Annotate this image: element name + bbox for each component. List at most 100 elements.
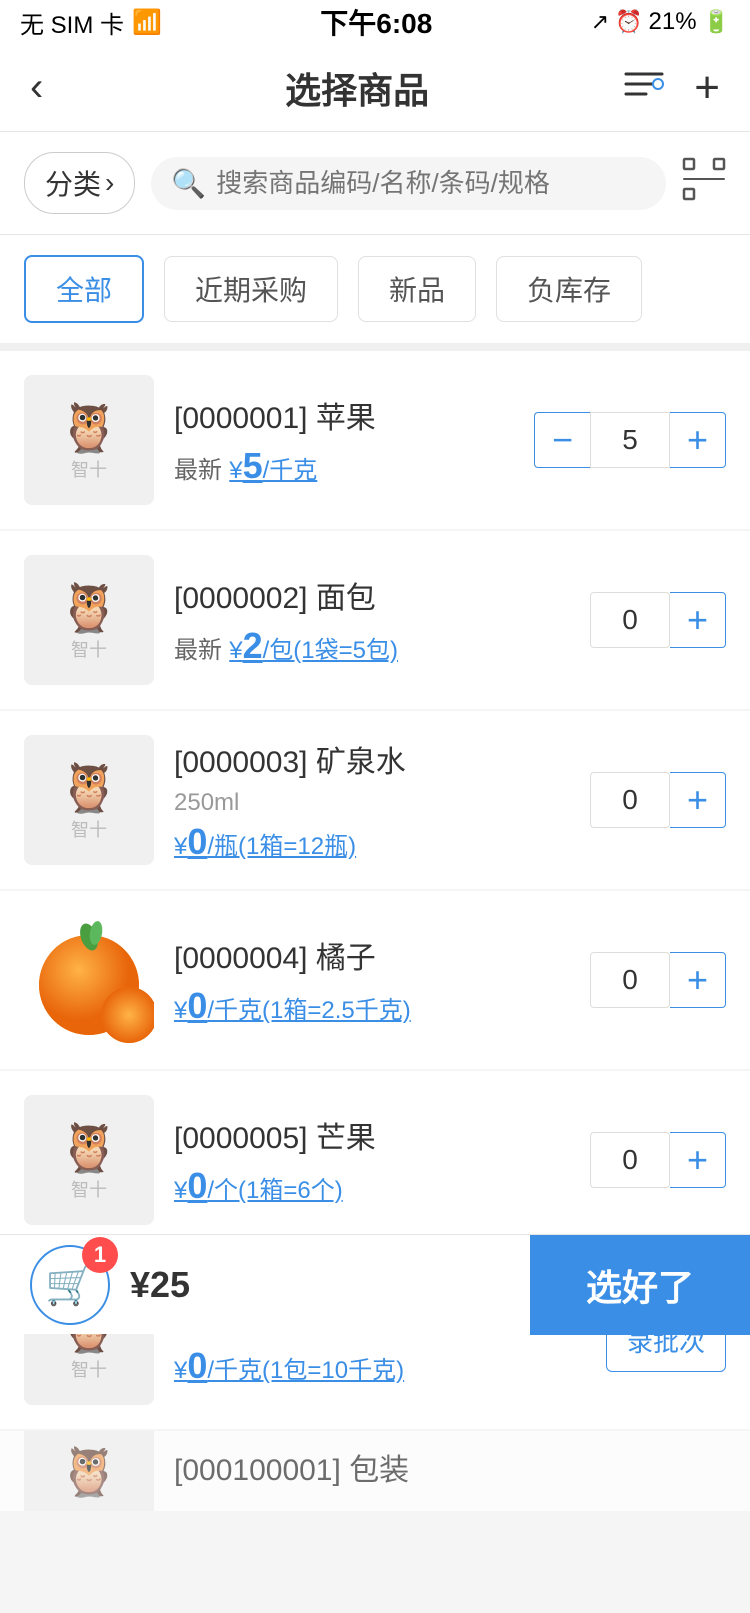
- search-icon: 🔍: [171, 167, 206, 200]
- product-info: [000100001] 包装: [174, 1445, 726, 1497]
- category-chevron: ›: [105, 167, 114, 199]
- product-thumbnail: 🦉 智十: [24, 735, 154, 865]
- tab-row: 全部 近期采购 新品 负库存: [0, 235, 750, 351]
- product-name: [0000003] 矿泉水: [174, 737, 570, 781]
- confirm-selection-button[interactable]: 选好了: [530, 1235, 750, 1335]
- price-label: 最新: [174, 457, 222, 484]
- owl-icon: 🦉: [59, 759, 119, 816]
- product-name: [000100001] 包装: [174, 1445, 726, 1489]
- search-box: 🔍: [151, 157, 666, 210]
- price-unit: /千克(1包=10千克): [207, 1357, 404, 1384]
- search-row: 分类 › 🔍: [0, 132, 750, 235]
- filter-icon[interactable]: [624, 65, 664, 110]
- table-row: 🦉 智十 [0000002] 面包 最新 ¥2/包(1袋=5包) +: [0, 531, 750, 709]
- tab-recent[interactable]: 近期采购: [164, 256, 338, 322]
- price-value: 5: [243, 445, 263, 486]
- product-name: [0000002] 面包: [174, 573, 570, 617]
- owl-brand: 智十: [71, 1176, 107, 1202]
- price-currency: ¥: [229, 637, 242, 664]
- table-row: 🦉 智十 [0000005] 芒果 ¥0/个(1箱=6个) +: [0, 1071, 750, 1249]
- quantity-control: − +: [534, 412, 726, 468]
- status-time: 下午6:08: [320, 2, 432, 42]
- battery-label: 21%: [649, 8, 697, 36]
- product-placeholder-image: 🦉 智十: [59, 759, 119, 842]
- product-thumbnail: 🦉 智十: [24, 375, 154, 505]
- price-value: 0: [187, 821, 207, 862]
- page-title: 选择商品: [285, 62, 429, 114]
- tab-new[interactable]: 新品: [358, 256, 476, 322]
- carrier-label: 无 SIM 卡: [20, 5, 124, 40]
- product-info: [0000005] 芒果 ¥0/个(1箱=6个): [174, 1113, 570, 1207]
- price-unit: /瓶(1箱=12瓶): [207, 833, 356, 860]
- quantity-control: +: [590, 1132, 726, 1188]
- product-price: ¥0/个(1箱=6个): [174, 1165, 570, 1207]
- product-thumbnail: 🦉 智十: [24, 555, 154, 685]
- price-currency: ¥: [174, 997, 187, 1024]
- price-currency: ¥: [174, 1177, 187, 1204]
- tab-all[interactable]: 全部: [24, 255, 144, 323]
- quantity-control: +: [590, 772, 726, 828]
- quantity-increase-button[interactable]: +: [670, 412, 726, 468]
- quantity-control: +: [590, 952, 726, 1008]
- product-thumbnail: [24, 915, 154, 1045]
- quantity-increase-button[interactable]: +: [670, 772, 726, 828]
- price-value: 0: [187, 1345, 207, 1386]
- table-row: 🦉 智十 [0000001] 苹果 最新 ¥5/千克 − +: [0, 351, 750, 529]
- price-currency: ¥: [174, 833, 187, 860]
- quantity-decrease-button[interactable]: −: [534, 412, 590, 468]
- table-row: [0000004] 橘子 ¥0/千克(1箱=2.5千克) +: [0, 891, 750, 1069]
- status-right: ↗ ⏰ 21% 🔋: [591, 8, 730, 36]
- quantity-input[interactable]: [590, 952, 670, 1008]
- cart-section: 🛒 1 ¥25: [0, 1245, 530, 1325]
- owl-brand: 智十: [71, 636, 107, 662]
- price-unit: /包(1袋=5包): [263, 637, 398, 664]
- category-button[interactable]: 分类 ›: [24, 152, 135, 214]
- nav-right-actions: +: [624, 63, 720, 113]
- search-input[interactable]: [216, 168, 646, 199]
- quantity-increase-button[interactable]: +: [670, 1132, 726, 1188]
- price-unit: /个(1箱=6个): [207, 1177, 342, 1204]
- quantity-input[interactable]: [590, 412, 670, 468]
- nav-bar: ‹ 选择商品 +: [0, 44, 750, 132]
- status-left: 无 SIM 卡 📶: [20, 5, 162, 40]
- price-value: 0: [187, 985, 207, 1026]
- owl-brand: 智十: [71, 1356, 107, 1382]
- battery-icon: 🔋: [703, 9, 730, 35]
- scan-barcode-button[interactable]: [682, 157, 726, 210]
- category-label: 分类: [45, 163, 101, 203]
- product-price: 最新 ¥2/包(1袋=5包): [174, 625, 570, 667]
- product-spec: 250ml: [174, 789, 570, 817]
- product-thumbnail: 🦉: [24, 1431, 154, 1511]
- product-placeholder-image: 🦉 智十: [59, 1119, 119, 1202]
- quantity-increase-button[interactable]: +: [670, 592, 726, 648]
- table-row: 🦉 智十 [0000003] 矿泉水 250ml ¥0/瓶(1箱=12瓶) +: [0, 711, 750, 889]
- cart-badge: 1: [82, 1237, 118, 1273]
- alarm-icon: ⏰: [615, 9, 642, 35]
- quantity-input[interactable]: [590, 1132, 670, 1188]
- product-info: [0000004] 橘子 ¥0/千克(1箱=2.5千克): [174, 933, 570, 1027]
- status-bar: 无 SIM 卡 📶 下午6:08 ↗ ⏰ 21% 🔋: [0, 0, 750, 44]
- product-price: ¥0/瓶(1箱=12瓶): [174, 821, 570, 863]
- product-name: [0000001] 苹果: [174, 393, 514, 437]
- product-info: [0000001] 苹果 最新 ¥5/千克: [174, 393, 514, 487]
- add-product-button[interactable]: +: [694, 63, 720, 113]
- product-thumbnail: 🦉 智十: [24, 1095, 154, 1225]
- product-name: [0000004] 橘子: [174, 933, 570, 977]
- quantity-control: +: [590, 592, 726, 648]
- product-placeholder-image: 🦉 智十: [59, 399, 119, 482]
- price-currency: ¥: [174, 1357, 187, 1384]
- owl-brand: 智十: [71, 456, 107, 482]
- cart-total-label: ¥25: [130, 1264, 190, 1306]
- cart-button[interactable]: 🛒 1: [30, 1245, 110, 1325]
- price-label: 最新: [174, 637, 222, 664]
- price-value: 0: [187, 1165, 207, 1206]
- back-button[interactable]: ‹: [30, 65, 90, 110]
- table-row: 🦉 [000100001] 包装: [0, 1431, 750, 1511]
- tab-negative-stock[interactable]: 负库存: [496, 256, 642, 322]
- quantity-increase-button[interactable]: +: [670, 952, 726, 1008]
- owl-icon: 🦉: [59, 399, 119, 456]
- product-info: [0000002] 面包 最新 ¥2/包(1袋=5包): [174, 573, 570, 667]
- quantity-input[interactable]: [590, 592, 670, 648]
- quantity-input[interactable]: [590, 772, 670, 828]
- owl-icon: 🦉: [59, 579, 119, 636]
